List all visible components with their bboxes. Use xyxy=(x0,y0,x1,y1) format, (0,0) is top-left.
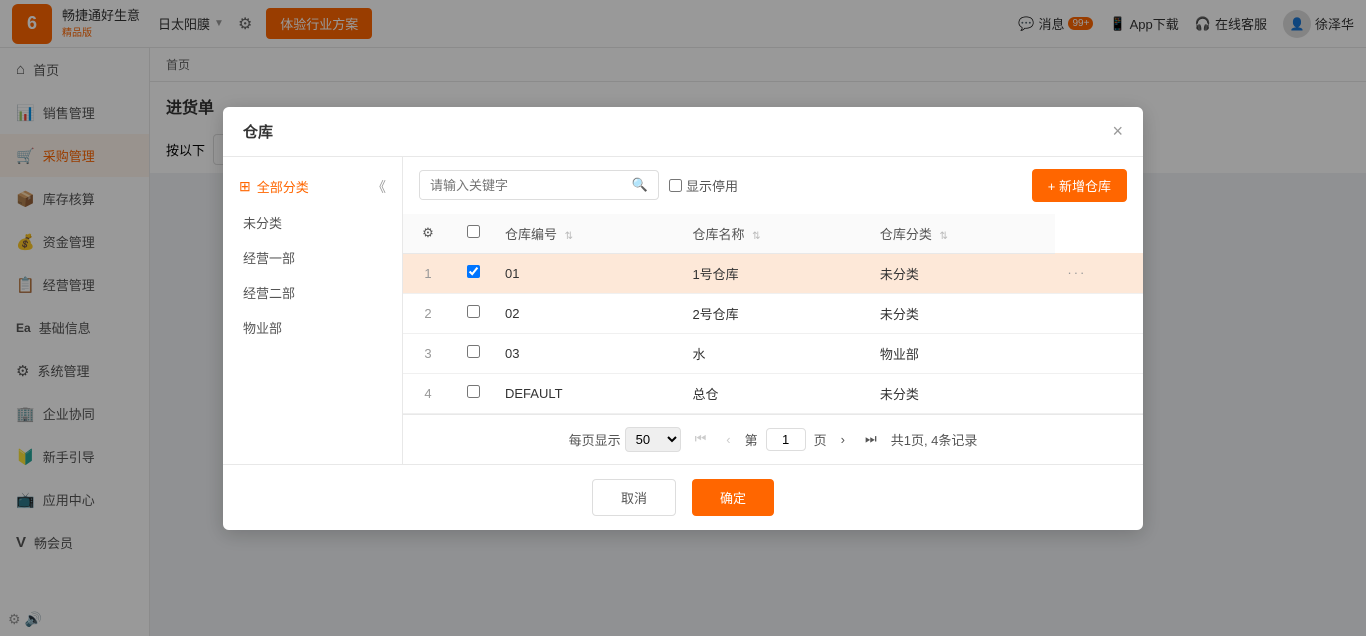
warehouse-category: 物业部 xyxy=(868,333,1055,373)
prev-page-button[interactable]: ‹ xyxy=(720,428,736,451)
category-item-unclassified[interactable]: 未分类 xyxy=(223,205,402,240)
show-disabled-checkbox[interactable] xyxy=(669,179,682,192)
table-row[interactable]: 4 DEFAULT 总仓 未分类 xyxy=(403,373,1143,413)
row-checkbox[interactable] xyxy=(467,385,480,398)
warehouse-name: 2号仓库 xyxy=(680,293,867,333)
table-row[interactable]: 3 03 水 物业部 xyxy=(403,333,1143,373)
category-all-button[interactable]: ⊞ 全部分类 《 xyxy=(223,169,402,205)
show-disabled-toggle[interactable]: 显示停用 xyxy=(669,176,738,195)
row-checkbox[interactable] xyxy=(467,345,480,358)
search-input[interactable] xyxy=(420,172,622,199)
table-row[interactable]: 1 01 1号仓库 未分类 ··· xyxy=(403,253,1143,293)
modal-body: ⊞ 全部分类 《 未分类 经营一部 经营二部 物业部 🔍 xyxy=(223,157,1143,464)
more-actions-icon[interactable]: ··· xyxy=(1067,265,1086,280)
row-num: 1 xyxy=(403,253,453,293)
modal-overlay: 仓库 × ⊞ 全部分类 《 未分类 经营一部 经营二部 物业部 xyxy=(0,0,1366,636)
warehouse-name: 总仓 xyxy=(680,373,867,413)
row-checkbox-cell xyxy=(453,373,493,413)
category-panel: ⊞ 全部分类 《 未分类 经营一部 经营二部 物业部 xyxy=(223,157,403,464)
warehouse-table: ⚙ 仓库编号 ⇅ 仓库名称 ⇅ 仓库分类 ⇅ 1 01 1号仓库 未 xyxy=(403,214,1143,414)
pagination: 每页显示 50 100 200 ⏮ ‹ 第 页 › ⏭ 共1页, 4条记录 xyxy=(403,414,1143,464)
select-all-checkbox[interactable] xyxy=(467,225,480,238)
category-collapse-button[interactable]: 《 xyxy=(372,177,386,197)
first-page-button[interactable]: ⏮ xyxy=(689,427,713,451)
warehouse-code: 02 xyxy=(493,293,680,333)
warehouse-category: 未分类 xyxy=(868,253,1055,293)
total-label: 共1页, 4条记录 xyxy=(891,430,978,449)
row-num: 3 xyxy=(403,333,453,373)
search-box: 🔍 xyxy=(419,170,659,200)
sort-icon: ⇅ xyxy=(940,231,948,242)
modal-footer: 取消 确定 xyxy=(223,464,1143,530)
row-checkbox-cell xyxy=(453,293,493,333)
warehouse-code: DEFAULT xyxy=(493,373,680,413)
warehouse-name: 1号仓库 xyxy=(680,253,867,293)
col-name: 仓库名称 ⇅ xyxy=(680,214,867,254)
table-panel: 🔍 显示停用 + 新增仓库 ⚙ xyxy=(403,157,1143,464)
row-num: 2 xyxy=(403,293,453,333)
warehouse-code: 03 xyxy=(493,333,680,373)
modal-close-button[interactable]: × xyxy=(1112,121,1123,142)
row-checkbox[interactable] xyxy=(467,265,480,278)
row-checkbox[interactable] xyxy=(467,305,480,318)
category-item-property[interactable]: 物业部 xyxy=(223,310,402,345)
category-item-op1[interactable]: 经营一部 xyxy=(223,240,402,275)
modal-title: 仓库 xyxy=(243,121,273,142)
confirm-button[interactable]: 确定 xyxy=(692,479,774,516)
row-num: 4 xyxy=(403,373,453,413)
warehouse-category: 未分类 xyxy=(868,293,1055,333)
row-checkbox-cell xyxy=(453,253,493,293)
warehouse-name: 水 xyxy=(680,333,867,373)
page-input-label: 第 xyxy=(745,430,758,449)
col-code: 仓库编号 ⇅ xyxy=(493,214,680,254)
table-toolbar: 🔍 显示停用 + 新增仓库 xyxy=(403,157,1143,214)
cancel-button[interactable]: 取消 xyxy=(592,479,676,516)
row-checkbox-cell xyxy=(453,333,493,373)
next-page-button[interactable]: › xyxy=(835,428,851,451)
per-page-label: 每页显示 xyxy=(569,430,621,449)
sort-icon: ⇅ xyxy=(565,231,573,242)
col-settings: ⚙ xyxy=(403,214,453,254)
category-item-op2[interactable]: 经营二部 xyxy=(223,275,402,310)
sort-icon: ⇅ xyxy=(752,231,760,242)
table-row[interactable]: 2 02 2号仓库 未分类 xyxy=(403,293,1143,333)
page-number-input[interactable] xyxy=(766,428,806,451)
grid-icon: ⊞ xyxy=(239,178,251,195)
row-actions[interactable]: ··· xyxy=(1055,253,1143,293)
warehouse-code: 01 xyxy=(493,253,680,293)
page-size-select: 每页显示 50 100 200 xyxy=(569,427,681,452)
per-page-dropdown[interactable]: 50 100 200 xyxy=(625,427,681,452)
last-page-button[interactable]: ⏭ xyxy=(859,427,883,451)
data-table: ⚙ 仓库编号 ⇅ 仓库名称 ⇅ 仓库分类 ⇅ 1 01 1号仓库 未 xyxy=(403,214,1143,414)
search-icon[interactable]: 🔍 xyxy=(622,171,658,199)
add-warehouse-button[interactable]: + 新增仓库 xyxy=(1032,169,1127,202)
warehouse-modal: 仓库 × ⊞ 全部分类 《 未分类 经营一部 经营二部 物业部 xyxy=(223,107,1143,530)
warehouse-category: 未分类 xyxy=(868,373,1055,413)
modal-header: 仓库 × xyxy=(223,107,1143,157)
col-category: 仓库分类 ⇅ xyxy=(868,214,1055,254)
col-checkbox xyxy=(453,214,493,254)
page-label: 页 xyxy=(814,430,827,449)
table-header-row: ⚙ 仓库编号 ⇅ 仓库名称 ⇅ 仓库分类 ⇅ xyxy=(403,214,1143,254)
category-all-label: 全部分类 xyxy=(257,177,309,196)
